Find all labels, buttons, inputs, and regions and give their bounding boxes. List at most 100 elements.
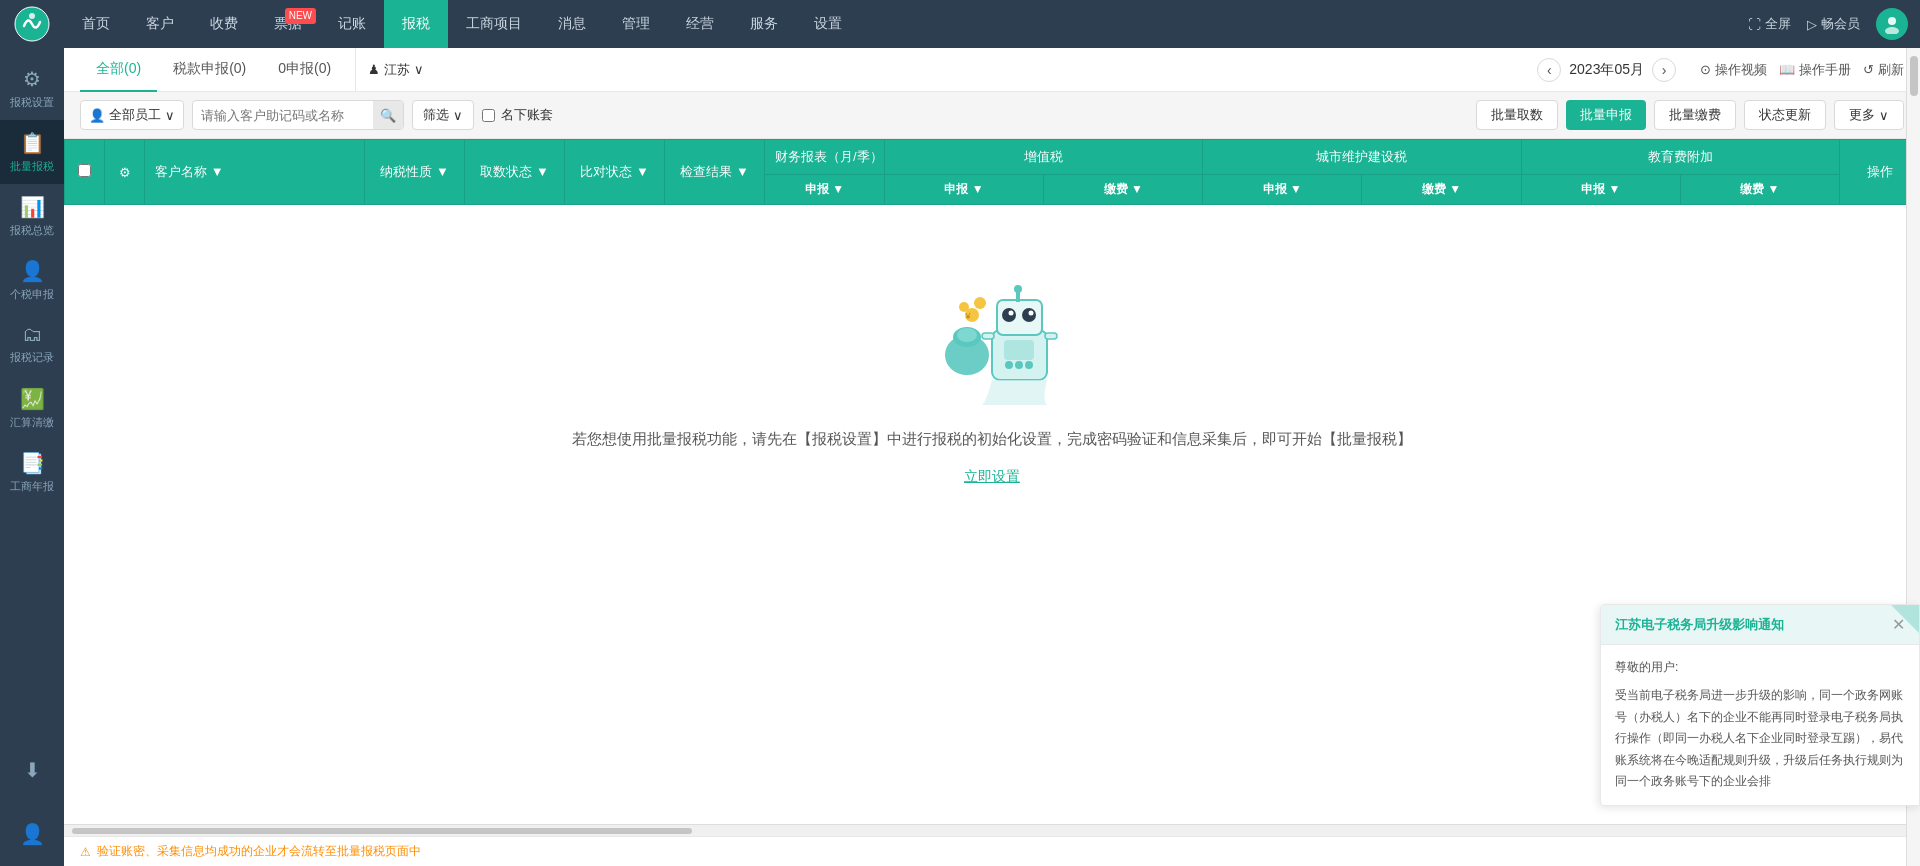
notif-content: 受当前电子税务局进一步升级的影响，同一个政务网账号（办税人）名下的企业不能再同时… [1615, 685, 1905, 793]
tab-zero-declaration[interactable]: 0申报(0) [262, 48, 347, 92]
warning-icon: ⚠ [80, 845, 91, 859]
user-avatar[interactable] [1876, 8, 1908, 40]
corner-decoration [1891, 605, 1919, 633]
svg-point-16 [1029, 311, 1034, 316]
th-tax-nature: 纳税性质 ▼ [365, 140, 465, 205]
svg-point-2 [1888, 17, 1896, 25]
status-text: 验证账密、采集信息均成功的企业才会流转至批量报税页面中 [97, 843, 421, 860]
svg-text:¥: ¥ [964, 311, 971, 321]
svg-point-14 [1022, 308, 1036, 322]
fullscreen-btn[interactable]: ⛶ 全屏 [1748, 15, 1791, 33]
notif-header: 江苏电子税务局升级影响通知 ✕ [1601, 605, 1919, 645]
nav-invoice[interactable]: 票据 NEW [256, 0, 320, 48]
operation-manual-btn[interactable]: 📖 操作手册 [1779, 61, 1851, 79]
checkbox-label[interactable]: 名下账套 [482, 106, 553, 124]
more-btn[interactable]: 更多 ∨ [1834, 100, 1904, 130]
svg-point-1 [29, 13, 35, 19]
next-month-btn[interactable]: › [1652, 58, 1676, 82]
svg-point-18 [1014, 285, 1022, 293]
sidebar-item-tax-record[interactable]: 🗂 报税记录 [0, 312, 64, 376]
svg-point-23 [1015, 361, 1023, 369]
svg-rect-20 [1045, 333, 1057, 339]
region-select[interactable]: ♟ 江苏 ∨ [355, 48, 436, 92]
batch-fetch-btn[interactable]: 批量取数 [1476, 100, 1558, 130]
new-badge: NEW [285, 8, 316, 24]
sidebar-item-batch-tax[interactable]: 📋 批量报税 [0, 120, 64, 184]
status-bar: ⚠ 验证账密、采集信息均成功的企业才会流转至批量报税页面中 [64, 836, 1920, 866]
sub-account-checkbox[interactable] [482, 109, 495, 122]
select-all-checkbox[interactable] [78, 164, 91, 177]
svg-point-6 [957, 328, 977, 342]
search-box: 🔍 [192, 100, 404, 130]
sidebar-item-download[interactable]: ⬇ [0, 738, 64, 802]
member-btn[interactable]: ▷ 畅会员 [1807, 15, 1860, 33]
more-dropdown-icon: ∨ [1879, 108, 1889, 123]
status-update-btn[interactable]: 状态更新 [1744, 100, 1826, 130]
sidebar-item-tax-summary[interactable]: 📊 报税总览 [0, 184, 64, 248]
sidebar-item-user[interactable]: 👤 [0, 802, 64, 866]
batch-declare-btn[interactable]: 批量申报 [1566, 100, 1646, 130]
filter-icon-check[interactable]: ▼ [736, 164, 749, 179]
operation-video-btn[interactable]: ⊙ 操作视频 [1700, 61, 1767, 79]
filter-icon-fetch[interactable]: ▼ [536, 164, 549, 179]
svg-point-3 [1885, 27, 1899, 34]
tax-summary-icon: 📊 [20, 195, 45, 219]
sidebar-item-annual-report[interactable]: 📑 工商年报 [0, 440, 64, 504]
tax-settings-icon: ⚙ [23, 67, 41, 91]
employee-icon: 👤 [89, 108, 105, 123]
tax-record-icon: 🗂 [22, 323, 42, 346]
tab-tax-declaration[interactable]: 税款申报(0) [157, 48, 262, 92]
tab-right-actions: ⊙ 操作视频 📖 操作手册 ↺ 刷新 [1700, 61, 1904, 79]
filter-icon-name[interactable]: ▼ [211, 164, 224, 179]
prev-month-btn[interactable]: ‹ [1537, 58, 1561, 82]
filter-icon-tax[interactable]: ▼ [436, 164, 449, 179]
th-check[interactable] [65, 140, 105, 205]
logo[interactable] [12, 4, 52, 44]
user-icon: 👤 [20, 822, 45, 846]
th-fin-report: 财务报表（月/季） [765, 140, 885, 175]
nav-biz[interactable]: 工商项目 [448, 0, 540, 48]
batch-pay-btn[interactable]: 批量缴费 [1654, 100, 1736, 130]
manual-icon: 📖 [1779, 62, 1795, 77]
sidebar-item-personal-tax[interactable]: 👤 个税申报 [0, 248, 64, 312]
empty-state: ¥ [65, 205, 1920, 546]
sidebar-bottom: ⬇ 👤 [0, 738, 64, 866]
annual-report-icon: 📑 [20, 451, 45, 475]
employee-select[interactable]: 👤 全部员工 ∨ [80, 100, 184, 130]
svg-point-22 [1005, 361, 1013, 369]
nav-service[interactable]: 服务 [732, 0, 796, 48]
th-city: 城市维护建设税 [1203, 140, 1521, 175]
refresh-btn[interactable]: ↺ 刷新 [1863, 61, 1904, 79]
horizontal-scrollbar[interactable] [64, 824, 1920, 836]
tabs-row: 全部(0) 税款申报(0) 0申报(0) ♟ 江苏 ∨ ‹ 2023年05月 ›… [64, 48, 1920, 92]
filter-dropdown-icon: ∨ [453, 108, 463, 123]
filter-icon-compare[interactable]: ▼ [636, 164, 649, 179]
nav-items: 首页 客户 收费 票据 NEW 记账 报税 工商项目 消息 管理 经营 服务 设… [64, 0, 1748, 48]
tab-all[interactable]: 全部(0) [80, 48, 157, 92]
nav-accounting[interactable]: 记账 [320, 0, 384, 48]
right-scroll-thumb[interactable] [1910, 56, 1918, 96]
svg-point-8 [974, 297, 986, 309]
search-btn[interactable]: 🔍 [373, 100, 403, 130]
filter-btn[interactable]: 筛选 ∨ [412, 100, 474, 130]
nav-home[interactable]: 首页 [64, 0, 128, 48]
th-edu-declare: 申报 ▼ [1521, 175, 1680, 205]
th-compare-status: 比对状态 ▼ [565, 140, 665, 205]
current-month: 2023年05月 [1569, 61, 1644, 79]
th-edu-pay: 缴费 ▼ [1680, 175, 1839, 205]
nav-manage[interactable]: 管理 [604, 0, 668, 48]
svg-rect-19 [982, 333, 994, 339]
nav-operation[interactable]: 经营 [668, 0, 732, 48]
sidebar-item-tax-settings[interactable]: ⚙ 报税设置 [0, 56, 64, 120]
scroll-thumb[interactable] [72, 828, 692, 834]
nav-billing[interactable]: 收费 [192, 0, 256, 48]
nav-settings[interactable]: 设置 [796, 0, 860, 48]
svg-point-13 [1002, 308, 1016, 322]
nav-right: ⛶ 全屏 ▷ 畅会员 [1748, 8, 1908, 40]
nav-customer[interactable]: 客户 [128, 0, 192, 48]
setup-link[interactable]: 立即设置 [964, 468, 1020, 486]
search-input[interactable] [193, 108, 373, 123]
sidebar-item-settlement[interactable]: 💹 汇算清缴 [0, 376, 64, 440]
nav-message[interactable]: 消息 [540, 0, 604, 48]
nav-tax[interactable]: 报税 [384, 0, 448, 48]
